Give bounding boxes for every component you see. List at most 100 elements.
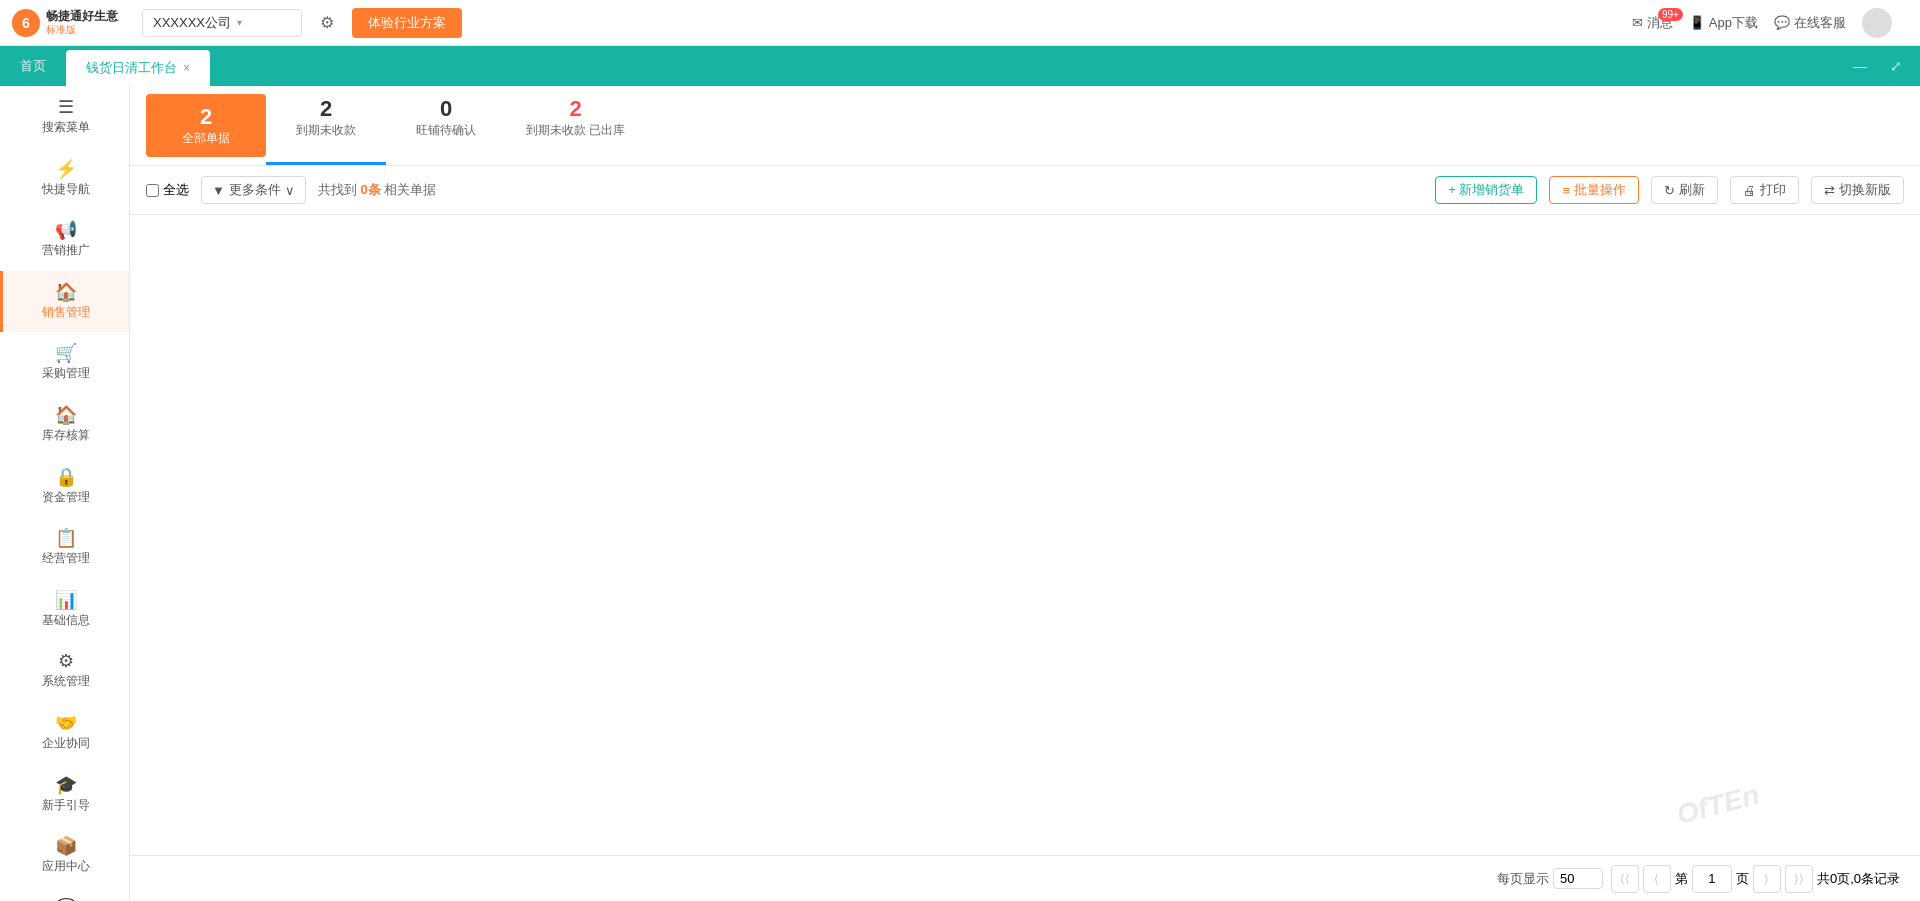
enterprise-icon: 🤝: [55, 714, 77, 732]
sidebar: ☰ 搜索菜单 ⚡ 快捷导航 📢 营销推广 🏠 销售管理 🛒 采购管理 🏠 库存核…: [0, 86, 130, 901]
online-service-label: 在线客服: [1794, 14, 1846, 32]
stats-label-all: 全部单据: [166, 130, 246, 147]
toolbar: 全选 ▼ 更多条件 ∨ 共找到 0条 相关单据 + 新增销货单 ≡ 批量操作: [130, 166, 1920, 215]
batch-icon: ≡: [1562, 183, 1570, 198]
stats-tab-overdue-out[interactable]: 2 到期未收款 已出库: [506, 86, 645, 165]
header-right: ✉ 消息 99+ 📱 App下载 💬 在线客服: [1632, 8, 1908, 38]
stats-num-overdue-out: 2: [526, 96, 625, 122]
search-menu-icon: ☰: [58, 98, 74, 116]
stats-label-overdue: 到期未收款: [286, 122, 366, 139]
add-sales-button[interactable]: + 新增销货单: [1435, 176, 1537, 204]
select-all-input[interactable]: [146, 184, 159, 197]
toolbar-left: 全选 ▼ 更多条件 ∨ 共找到 0条 相关单据: [146, 176, 436, 204]
last-page-button[interactable]: ⟩⟩: [1785, 865, 1813, 893]
switch-icon: ⇄: [1824, 183, 1835, 198]
app-download-label: App下载: [1709, 14, 1758, 32]
filter-chevron-icon: ∨: [285, 183, 295, 198]
service-icon: 💬: [1774, 15, 1790, 30]
stats-num-pending: 0: [406, 96, 486, 122]
stats-tab-pending[interactable]: 0 旺铺待确认: [386, 86, 506, 165]
sidebar-item-label: 快捷导航: [42, 182, 90, 198]
stats-num-overdue: 2: [286, 96, 366, 122]
switch-label: 切换新版: [1839, 181, 1891, 199]
sidebar-item-search-menu[interactable]: ☰ 搜索菜单: [0, 86, 129, 148]
sidebar-item-purchase[interactable]: 🛒 采购管理: [0, 332, 129, 394]
sidebar-item-system[interactable]: ⚙ 系统管理: [0, 640, 129, 702]
print-button[interactable]: 🖨 打印: [1730, 176, 1799, 204]
sidebar-item-app-center[interactable]: 📦 应用中心: [0, 825, 129, 887]
message-button[interactable]: ✉ 消息 99+: [1632, 14, 1673, 32]
sidebar-item-inventory[interactable]: 🏠 库存核算: [0, 394, 129, 456]
quick-nav-icon: ⚡: [55, 160, 77, 178]
refresh-button[interactable]: ↻ 刷新: [1651, 176, 1718, 204]
logo-icon: 6: [12, 9, 40, 37]
sidebar-item-label: 企业协同: [42, 736, 90, 752]
company-selector[interactable]: XXXXXX公司 ▾: [142, 9, 302, 37]
sidebar-item-label: 营销推广: [42, 243, 90, 259]
page-size-dropdown[interactable]: 50 10 20 100: [1553, 868, 1603, 889]
first-page-button[interactable]: ⟨⟨: [1611, 865, 1639, 893]
sidebar-item-label: 系统管理: [42, 674, 90, 690]
maximize-button[interactable]: ⤢: [1882, 52, 1910, 80]
avatar[interactable]: [1862, 8, 1892, 38]
filter-icon: ▼: [212, 183, 225, 198]
next-page-button[interactable]: ⟩: [1753, 865, 1781, 893]
sidebar-item-label: 采购管理: [42, 366, 90, 382]
more-filter-button[interactable]: ▼ 更多条件 ∨: [201, 176, 306, 204]
minimize-button[interactable]: —: [1846, 52, 1874, 80]
sidebar-item-base-info[interactable]: 📊 基础信息: [0, 579, 129, 641]
nav-right-actions: — ⤢: [1846, 52, 1920, 80]
select-all-checkbox[interactable]: 全选: [146, 181, 189, 199]
switch-version-button[interactable]: ⇄ 切换新版: [1811, 176, 1904, 204]
sidebar-item-wechat[interactable]: 💬 企业微信: [0, 887, 129, 901]
sales-icon: 🏠: [55, 283, 77, 301]
page-size-label: 每页显示: [1497, 870, 1549, 888]
stats-tab-overdue[interactable]: 2 到期未收款: [266, 86, 386, 165]
tab-home[interactable]: 首页: [0, 46, 66, 86]
gear-icon: ⚙: [320, 13, 334, 32]
page-navigation: ⟨⟨ ⟨ 第 页 ⟩ ⟩⟩ 共0页,0条记录: [1611, 865, 1900, 893]
content-area: 2 全部单据 2 到期未收款 0 旺铺待确认 2 到期未收款 已出库 全选: [130, 86, 1920, 901]
stats-tabs: 2 全部单据 2 到期未收款 0 旺铺待确认 2 到期未收款 已出库: [130, 86, 1920, 166]
system-icon: ⚙: [58, 652, 74, 670]
sidebar-item-label: 销售管理: [42, 305, 90, 321]
top-header: 6 畅捷通好生意 标准版 XXXXXX公司 ▾ ⚙ 体验行业方案 ✉ 消息 99…: [0, 0, 1920, 46]
sidebar-item-guide[interactable]: 🎓 新手引导: [0, 764, 129, 826]
sidebar-item-label: 基础信息: [42, 613, 90, 629]
sidebar-item-sales[interactable]: 🏠 销售管理: [0, 271, 129, 333]
sidebar-item-operations[interactable]: 📋 经营管理: [0, 517, 129, 579]
batch-operation-button[interactable]: ≡ 批量操作: [1549, 176, 1639, 204]
sidebar-item-label: 搜索菜单: [42, 120, 90, 136]
sidebar-item-label: 新手引导: [42, 798, 90, 814]
main-layout: ☰ 搜索菜单 ⚡ 快捷导航 📢 营销推广 🏠 销售管理 🛒 采购管理 🏠 库存核…: [0, 86, 1920, 901]
settings-button[interactable]: ⚙: [312, 8, 342, 38]
app-download-button[interactable]: 📱 App下载: [1689, 14, 1758, 32]
operations-icon: 📋: [55, 529, 77, 547]
total-info: 共0页,0条记录: [1817, 870, 1900, 888]
tab-close-icon[interactable]: ×: [183, 61, 190, 75]
finance-icon: 🔒: [55, 468, 77, 486]
sidebar-item-enterprise[interactable]: 🤝 企业协同: [0, 702, 129, 764]
result-prefix: 共找到: [318, 182, 357, 197]
sidebar-item-finance[interactable]: 🔒 资金管理: [0, 456, 129, 518]
logo-text: 畅捷通好生意 标准版: [46, 9, 118, 35]
purchase-icon: 🛒: [55, 344, 77, 362]
result-count: 0条: [361, 182, 381, 197]
sidebar-item-label: 资金管理: [42, 490, 90, 506]
guide-icon: 🎓: [55, 776, 77, 794]
logo-title: 畅捷通好生意: [46, 9, 118, 23]
online-service-button[interactable]: 💬 在线客服: [1774, 14, 1846, 32]
print-label: 打印: [1760, 181, 1786, 199]
prev-page-button[interactable]: ⟨: [1643, 865, 1671, 893]
sidebar-item-marketing[interactable]: 📢 营销推广: [0, 209, 129, 271]
pagination: 每页显示 50 10 20 100 ⟨⟨ ⟨ 第 页 ⟩ ⟩⟩ 共0页,0条记录: [130, 855, 1920, 901]
page-number-input[interactable]: [1692, 865, 1732, 893]
sidebar-item-quick-nav[interactable]: ⚡ 快捷导航: [0, 148, 129, 210]
sidebar-item-label: 应用中心: [42, 859, 90, 875]
select-all-label: 全选: [163, 181, 189, 199]
app-center-icon: 📦: [55, 837, 77, 855]
trial-button[interactable]: 体验行业方案: [352, 8, 462, 38]
sidebar-item-label: 经营管理: [42, 551, 90, 567]
stats-tab-all[interactable]: 2 全部单据: [146, 94, 266, 157]
tab-workbench[interactable]: 钱货日清工作台 ×: [66, 50, 210, 86]
